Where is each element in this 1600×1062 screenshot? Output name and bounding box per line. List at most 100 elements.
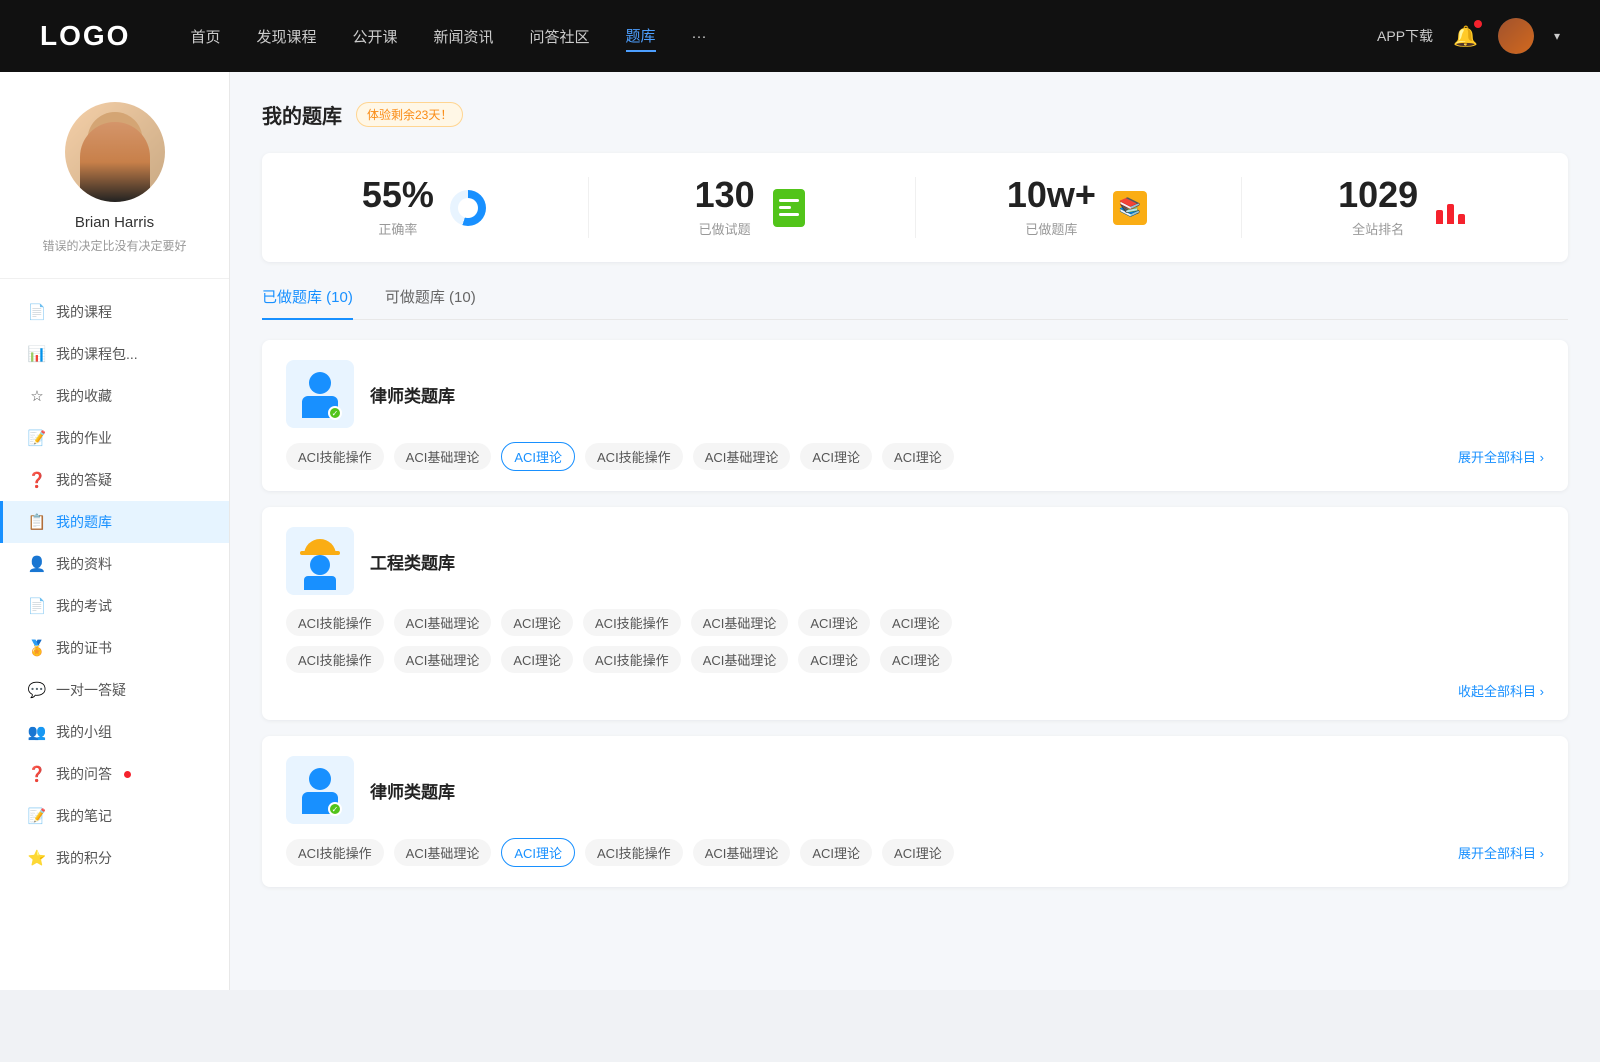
tag-7[interactable]: ACI理论 bbox=[882, 443, 954, 470]
avatar-image bbox=[1498, 18, 1534, 54]
questions-icon: ❓ bbox=[28, 471, 46, 489]
sidebar-item-questions[interactable]: ❓ 我的答疑 bbox=[0, 459, 229, 501]
tags-row-lawyer2: ACI技能操作 ACI基础理论 ACI理论 ACI技能操作 ACI基础理论 AC… bbox=[286, 838, 1544, 867]
eng-tag-1[interactable]: ACI技能操作 bbox=[286, 609, 384, 636]
sidebar-item-notes[interactable]: 📝 我的笔记 bbox=[0, 795, 229, 837]
l2-tag-7[interactable]: ACI理论 bbox=[882, 839, 954, 866]
sidebar-item-my-qa[interactable]: ❓ 我的问答 bbox=[0, 753, 229, 795]
sidebar-item-group[interactable]: 👥 我的小组 bbox=[0, 711, 229, 753]
qbank-name-engineer1: 工程类题库 bbox=[370, 549, 455, 574]
qbank-engineer-icon-wrap bbox=[286, 527, 354, 595]
sidebar-item-homework[interactable]: 📝 我的作业 bbox=[0, 417, 229, 459]
navbar: LOGO 首页 发现课程 公开课 新闻资讯 问答社区 题库 ··· APP下载 … bbox=[0, 0, 1600, 72]
qbank-lawyer-icon-wrap: ✓ bbox=[286, 360, 354, 428]
tag-1[interactable]: ACI技能操作 bbox=[286, 443, 384, 470]
nav-opencourse[interactable]: 公开课 bbox=[352, 22, 397, 51]
accuracy-value: 55% bbox=[362, 177, 434, 213]
eng-tag-2[interactable]: ACI基础理论 bbox=[394, 609, 492, 636]
qbank-name-lawyer1: 律师类题库 bbox=[370, 382, 455, 407]
sidebar-item-qbank[interactable]: 📋 我的题库 bbox=[0, 501, 229, 543]
sidebar-item-course-package[interactable]: 📊 我的课程包... bbox=[0, 333, 229, 375]
qbank-card-lawyer2: ✓ 律师类题库 ACI技能操作 ACI基础理论 ACI理论 ACI技能操作 AC… bbox=[262, 736, 1568, 887]
sidebar-item-favorites[interactable]: ☆ 我的收藏 bbox=[0, 375, 229, 417]
expand-button-lawyer2[interactable]: 展开全部科目 › bbox=[1458, 843, 1544, 862]
tab-available[interactable]: 可做题库 (10) bbox=[385, 286, 476, 319]
book-icon: 📚 bbox=[1113, 191, 1147, 225]
sidebar-item-certificate[interactable]: 🏅 我的证书 bbox=[0, 627, 229, 669]
eng-tag-r2-3[interactable]: ACI理论 bbox=[501, 646, 573, 673]
tag-4[interactable]: ACI技能操作 bbox=[585, 443, 683, 470]
tag-6[interactable]: ACI理论 bbox=[800, 443, 872, 470]
app-download-button[interactable]: APP下载 bbox=[1377, 26, 1433, 46]
l2-tag-5[interactable]: ACI基础理论 bbox=[693, 839, 791, 866]
qbank-lawyer2-icon-wrap: ✓ bbox=[286, 756, 354, 824]
tab-done[interactable]: 已做题库 (10) bbox=[262, 286, 353, 319]
nav-qa[interactable]: 问答社区 bbox=[530, 22, 590, 51]
my-qa-icon: ❓ bbox=[28, 765, 46, 783]
lawyer-icon: ✓ bbox=[298, 372, 342, 416]
nav-home[interactable]: 首页 bbox=[190, 22, 220, 51]
sidebar-item-exam[interactable]: 📄 我的考试 bbox=[0, 585, 229, 627]
avatar-silhouette bbox=[80, 122, 150, 202]
stat-done-questions: 130 已做试题 bbox=[589, 177, 916, 238]
exam-icon: 📄 bbox=[28, 597, 46, 615]
sidebar-item-1on1[interactable]: 💬 一对一答疑 bbox=[0, 669, 229, 711]
sidebar-item-profile[interactable]: 👤 我的资料 bbox=[0, 543, 229, 585]
tag-3-selected[interactable]: ACI理论 bbox=[501, 442, 575, 471]
books-icon: 📚 bbox=[1110, 188, 1150, 228]
nav-menu: 首页 发现课程 公开课 新闻资讯 问答社区 题库 ··· bbox=[190, 21, 1377, 52]
nav-news[interactable]: 新闻资讯 bbox=[434, 22, 494, 51]
l2-tag-3-selected[interactable]: ACI理论 bbox=[501, 838, 575, 867]
l2-tag-2[interactable]: ACI基础理论 bbox=[394, 839, 492, 866]
eng-tag-3[interactable]: ACI理论 bbox=[501, 609, 573, 636]
l2-tag-6[interactable]: ACI理论 bbox=[800, 839, 872, 866]
lawyer2-badge-icon: ✓ bbox=[328, 802, 342, 816]
eng-tag-r2-6[interactable]: ACI理论 bbox=[798, 646, 870, 673]
l2-tag-1[interactable]: ACI技能操作 bbox=[286, 839, 384, 866]
page-header: 我的题库 体验剩余23天！ bbox=[262, 100, 1568, 129]
qbank-name-lawyer2: 律师类题库 bbox=[370, 778, 455, 803]
eng-tag-4[interactable]: ACI技能操作 bbox=[583, 609, 681, 636]
done-banks-label: 已做题库 bbox=[1007, 219, 1096, 238]
questions-doc-icon bbox=[769, 188, 809, 228]
sidebar: Brian Harris 错误的决定比没有决定要好 📄 我的课程 📊 我的课程包… bbox=[0, 72, 230, 990]
user-motto: 错误的决定比没有决定要好 bbox=[20, 237, 209, 254]
collapse-button-engineer1[interactable]: 收起全部科目 › bbox=[286, 681, 1544, 700]
ranking-bar-icon bbox=[1432, 188, 1472, 228]
bar-chart-icon bbox=[1436, 192, 1468, 224]
eng-tag-r2-1[interactable]: ACI技能操作 bbox=[286, 646, 384, 673]
eng-tag-r2-5[interactable]: ACI基础理论 bbox=[691, 646, 789, 673]
nav-qbank[interactable]: 题库 bbox=[626, 21, 656, 52]
eng-tag-r2-2[interactable]: ACI基础理论 bbox=[394, 646, 492, 673]
nav-discover[interactable]: 发现课程 bbox=[256, 22, 316, 51]
notes-icon: 📝 bbox=[28, 807, 46, 825]
eng-tag-r2-4[interactable]: ACI技能操作 bbox=[583, 646, 681, 673]
document-icon bbox=[773, 189, 805, 227]
tag-5[interactable]: ACI基础理论 bbox=[693, 443, 791, 470]
main-content: 我的题库 体验剩余23天！ 55% 正确率 130 已做试题 bbox=[230, 72, 1600, 990]
avatar[interactable] bbox=[1498, 18, 1534, 54]
tags-row1-engineer1: ACI技能操作 ACI基础理论 ACI理论 ACI技能操作 ACI基础理论 AC… bbox=[286, 609, 1544, 636]
eng-tag-5[interactable]: ACI基础理论 bbox=[691, 609, 789, 636]
avatar bbox=[65, 102, 165, 202]
navbar-right: APP下载 🔔 ▾ bbox=[1377, 18, 1560, 54]
chevron-down-icon[interactable]: ▾ bbox=[1554, 29, 1560, 43]
eng-tag-r2-7[interactable]: ACI理论 bbox=[880, 646, 952, 673]
l2-tag-4[interactable]: ACI技能操作 bbox=[585, 839, 683, 866]
favorites-icon: ☆ bbox=[28, 387, 46, 405]
expand-button-lawyer1[interactable]: 展开全部科目 › bbox=[1458, 447, 1544, 466]
lawyer-badge-icon: ✓ bbox=[328, 406, 342, 420]
ranking-value: 1029 bbox=[1338, 177, 1418, 213]
tag-2[interactable]: ACI基础理论 bbox=[394, 443, 492, 470]
user-name: Brian Harris bbox=[20, 214, 209, 231]
qbank-tabs: 已做题库 (10) 可做题库 (10) bbox=[262, 286, 1568, 320]
notification-bell-icon[interactable]: 🔔 bbox=[1453, 24, 1478, 49]
sidebar-item-points[interactable]: ⭐ 我的积分 bbox=[0, 837, 229, 879]
eng-tag-7[interactable]: ACI理论 bbox=[880, 609, 952, 636]
done-questions-label: 已做试题 bbox=[695, 219, 755, 238]
nav-more[interactable]: ··· bbox=[692, 24, 707, 49]
stat-done-banks: 10w+ 已做题库 📚 bbox=[916, 177, 1243, 238]
qbank-card-engineer1: 工程类题库 ACI技能操作 ACI基础理论 ACI理论 ACI技能操作 ACI基… bbox=[262, 507, 1568, 720]
eng-tag-6[interactable]: ACI理论 bbox=[798, 609, 870, 636]
sidebar-item-courses[interactable]: 📄 我的课程 bbox=[0, 291, 229, 333]
